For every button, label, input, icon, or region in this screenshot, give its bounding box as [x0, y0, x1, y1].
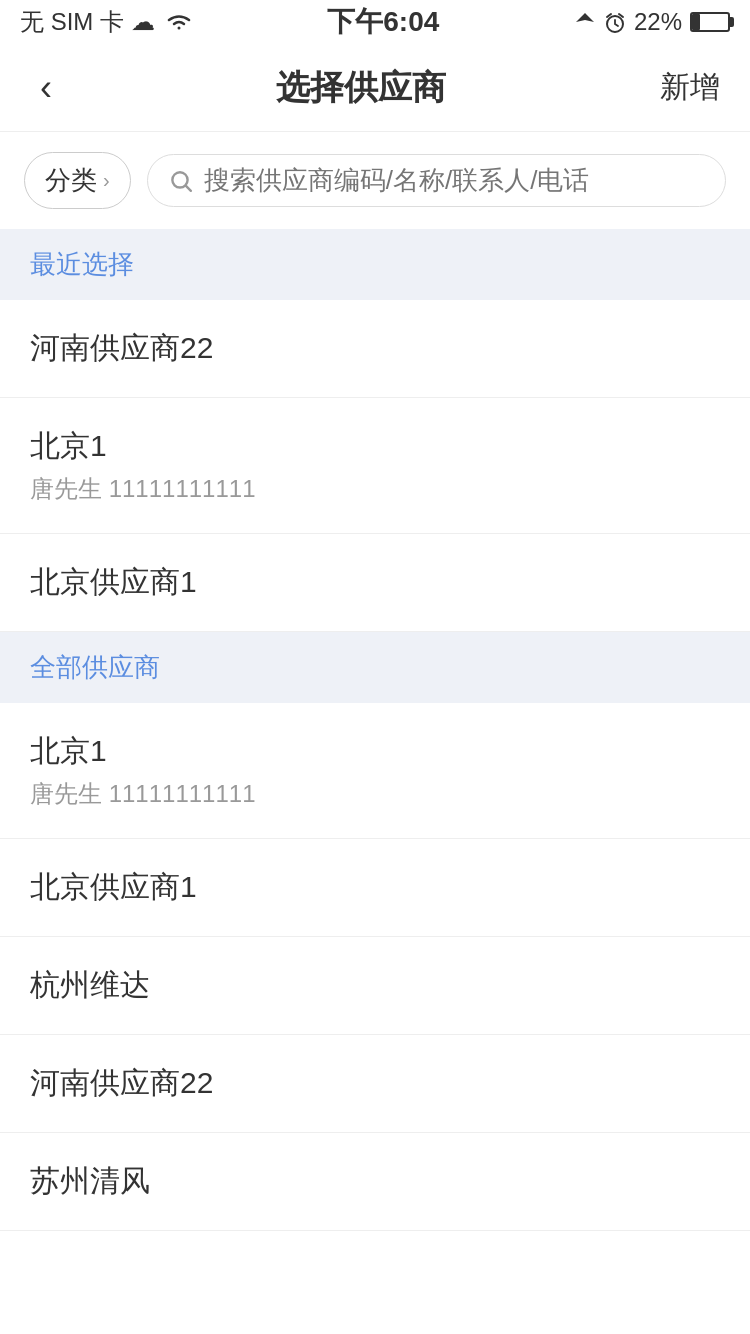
battery-icon: [690, 12, 730, 32]
item-name: 苏州清风: [30, 1161, 720, 1202]
item-sub: 唐先生 11111111111: [30, 473, 720, 505]
status-bar: 无 SIM 卡 ☁ 下午6:04 22%: [0, 0, 750, 44]
status-time: 下午6:04: [327, 3, 439, 41]
all-section-header: 全部供应商: [0, 632, 750, 703]
chevron-right-icon: ›: [103, 169, 110, 192]
item-name: 北京1: [30, 426, 720, 467]
list-item[interactable]: 河南供应商22: [0, 300, 750, 398]
recent-section-label: 最近选择: [30, 249, 134, 279]
item-name: 河南供应商22: [30, 1063, 720, 1104]
item-sub: 唐先生 11111111111: [30, 778, 720, 810]
back-button[interactable]: ‹: [30, 57, 62, 119]
category-button[interactable]: 分类 ›: [24, 152, 131, 209]
filter-row: 分类 ›: [0, 132, 750, 229]
list-item[interactable]: 北京1 唐先生 11111111111: [0, 398, 750, 534]
nav-bar: ‹ 选择供应商 新增: [0, 44, 750, 132]
list-item[interactable]: 河南供应商22: [0, 1035, 750, 1133]
recent-section-header: 最近选择: [0, 229, 750, 300]
list-item[interactable]: 北京供应商1: [0, 534, 750, 632]
status-right: 22%: [574, 8, 730, 36]
item-name: 北京供应商1: [30, 562, 720, 603]
alarm-icon: [604, 11, 626, 33]
svg-line-2: [186, 185, 191, 190]
search-input[interactable]: [204, 165, 705, 196]
wifi-icon: [165, 12, 193, 32]
location-icon: [574, 11, 596, 33]
search-icon: [168, 167, 194, 195]
list-item[interactable]: 杭州维达: [0, 937, 750, 1035]
item-name: 北京供应商1: [30, 867, 720, 908]
recent-list: 河南供应商22 北京1 唐先生 11111111111 北京供应商1: [0, 300, 750, 632]
item-name: 北京1: [30, 731, 720, 772]
status-left: 无 SIM 卡 ☁: [20, 6, 193, 38]
item-name: 河南供应商22: [30, 328, 720, 369]
no-sim-label: 无 SIM 卡 ☁: [20, 6, 155, 38]
list-item[interactable]: 苏州清风: [0, 1133, 750, 1231]
battery-percent: 22%: [634, 8, 682, 36]
search-box[interactable]: [147, 154, 726, 207]
list-item[interactable]: 北京供应商1: [0, 839, 750, 937]
category-label: 分类: [45, 163, 97, 198]
all-section-label: 全部供应商: [30, 652, 160, 682]
page-title: 选择供应商: [276, 65, 446, 111]
all-list: 北京1 唐先生 11111111111 北京供应商1 杭州维达 河南供应商22 …: [0, 703, 750, 1231]
add-button[interactable]: 新增: [660, 67, 720, 108]
list-item[interactable]: 北京1 唐先生 11111111111: [0, 703, 750, 839]
item-name: 杭州维达: [30, 965, 720, 1006]
